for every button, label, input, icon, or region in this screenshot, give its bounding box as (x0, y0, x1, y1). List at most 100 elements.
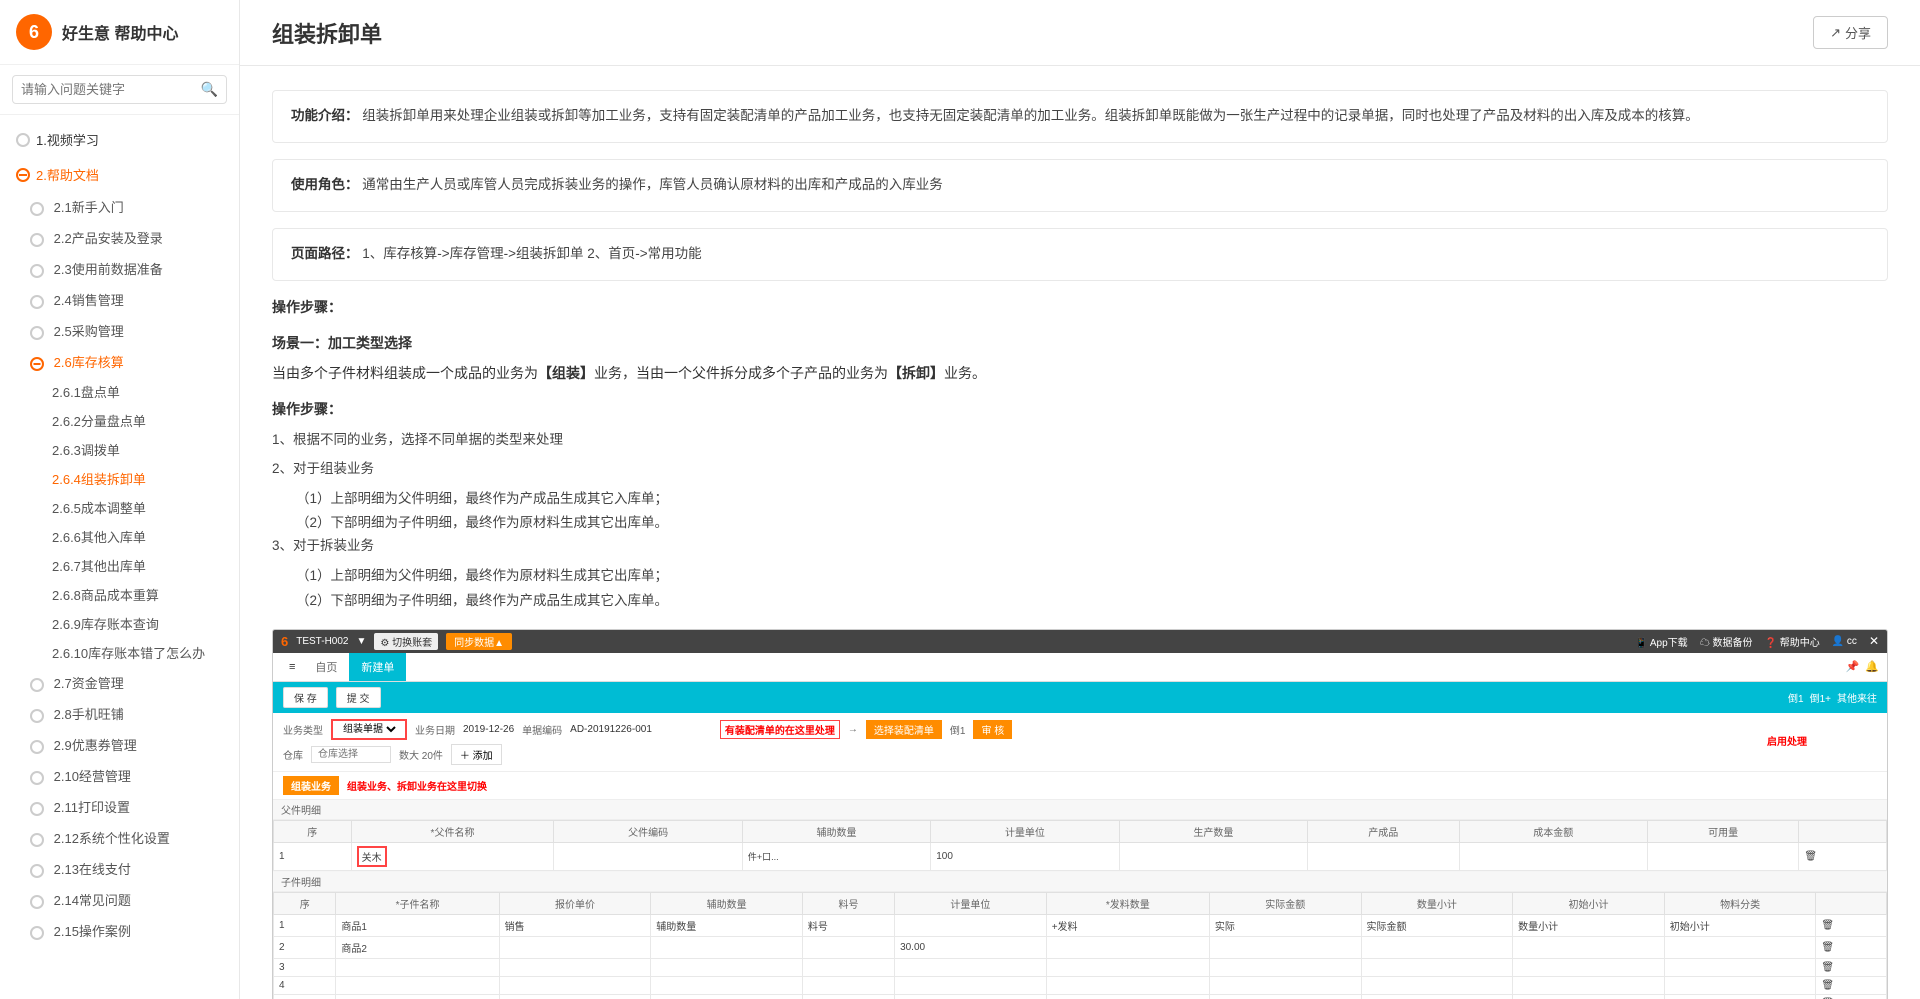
screenshot-annotation2: 启用处理 (1767, 733, 1807, 748)
screenshot-subheader-badge: 组装业务 (283, 776, 339, 795)
screenshot-lower-table: 序 *子件名称 报价单价 辅助数量 料号 计量单位 *发料数量 实际金额 数量小… (273, 892, 1887, 999)
screenshot-window-title: TEST-H002 (296, 636, 348, 647)
share-icon: ↗ (1830, 25, 1841, 41)
sidebar-item-assembly[interactable]: 2.6.4组装拆卸单 (44, 464, 239, 493)
step3: 3、对于拆装业务 (272, 535, 1888, 558)
sidebar-item-ledger[interactable]: 2.6.9库存账本查询 (44, 609, 239, 638)
screenshot-tab-new[interactable]: 新建单 (349, 653, 406, 681)
expand-dot-video (16, 133, 30, 147)
step2-sub2: （2）下部明细为子件明细，最终作为原材料生成其它出库单。 (272, 511, 1888, 535)
logo-area: 6 好生意 帮助中心 (0, 0, 239, 65)
scenario1-desc: 当由多个子件材料组装成一个成品的业务为【组装】业务，当由一个父件拆分成多个子产品… (272, 363, 1888, 383)
sidebar-item-otheroutbound[interactable]: 2.6.7其他出库单 (44, 551, 239, 580)
step2: 2、对于组装业务 (272, 458, 1888, 481)
step2-sub1: （1）上部明细为父件明细，最终作为产成品生成其它入库单； (272, 487, 1888, 511)
nav-section-docs: 2.帮助文档 2.1新手入门 2.2产品安装及登录 2.3使用前数据准备 2 (0, 158, 239, 946)
sidebar-item-docs[interactable]: 2.帮助文档 (0, 158, 239, 191)
page-title: 组装拆卸单 (272, 17, 382, 49)
screenshot-window-bar: 6 TEST-H002 ▼ ⚙ 切换账套 同步数据▲ 📱 App下载 ☁ 数据备… (273, 630, 1887, 653)
sidebar-item-transfer[interactable]: 2.6.3调拨单 (44, 435, 239, 464)
docs-sub-items: 2.1新手入门 2.2产品安装及登录 2.3使用前数据准备 2.4销售管理 2.… (0, 191, 239, 946)
role-label: 使用角色： (291, 177, 359, 192)
sidebar-item-cases[interactable]: 2.15操作案例 (30, 915, 239, 946)
screenshot-tabs: ≡ 自页 新建单 📌 🔔 (273, 653, 1887, 682)
sidebar-item-bizmanage[interactable]: 2.10经营管理 (30, 760, 239, 791)
sidebar-item-otherinbound[interactable]: 2.6.6其他入库单 (44, 522, 239, 551)
sidebar-item-stockcheck[interactable]: 2.6.1盘点单 (44, 377, 239, 406)
search-icon[interactable]: 🔍 (201, 81, 218, 98)
screenshot-date: 2019-12-26 (463, 724, 514, 735)
screenshot-select-bom-btn[interactable]: 选择装配清单 (866, 720, 942, 739)
path-text: 1、库存核算->库存管理->组装拆卸单 2、首页->常用功能 (362, 246, 701, 261)
sidebar-item-sales[interactable]: 2.4销售管理 (30, 284, 239, 315)
screenshot-close-btn: ✕ (1869, 634, 1879, 648)
share-label: 分享 (1845, 23, 1871, 42)
sidebar-item-purchase[interactable]: 2.5采购管理 (30, 315, 239, 346)
operation-steps-label: 操作步骤： (272, 297, 1888, 317)
sidebar-item-dataprep[interactable]: 2.3使用前数据准备 (30, 253, 239, 284)
screenshot-tab-home[interactable]: 自页 (303, 653, 349, 681)
screenshot-btn-submit[interactable]: 提 交 (336, 687, 381, 708)
sidebar-item-install[interactable]: 2.2产品安装及登录 (30, 222, 239, 253)
sidebar-item-print[interactable]: 2.11打印设置 (30, 791, 239, 822)
inventory-sub-items: 2.6.1盘点单 2.6.2分量盘点单 2.6.3调拨单 2.6.4组装拆卸单 … (30, 377, 239, 667)
app-name: 好生意 帮助中心 (62, 20, 178, 44)
screenshot-btn-save[interactable]: 保 存 (283, 687, 328, 708)
sidebar-item-newbie[interactable]: 2.1新手入门 (30, 191, 239, 222)
search-area: 🔍 (0, 65, 239, 115)
sidebar-item-docs-label: 2.帮助文档 (36, 165, 99, 184)
step1: 1、根据不同的业务，选择不同单据的类型来处理 (272, 429, 1888, 452)
screenshot-upper-table-section: 父件明细 序 *父件名称 父件编码 辅助数量 计量单位 生产数量 产成品 成本金… (273, 800, 1887, 871)
operation-steps-section: 操作步骤： 场景一：加工类型选择 当由多个子件材料组装成一个成品的业务为【组装】… (272, 297, 1888, 613)
screenshot-mock: 6 TEST-H002 ▼ ⚙ 切换账套 同步数据▲ 📱 App下载 ☁ 数据备… (272, 629, 1888, 999)
nav-section-video: 1.视频学习 (0, 123, 239, 156)
screenshot-ref: AD-20191226-001 (570, 724, 652, 735)
step3-sub1: （1）上部明细为父件明细，最终作为原材料生成其它出库单； (272, 564, 1888, 588)
expand-dot-docs (16, 168, 30, 182)
op-steps-label: 操作步骤： (272, 399, 1888, 419)
screenshot-toolbar: 保 存 提 交 倒1 倒1+ 其他来往 (273, 682, 1887, 713)
search-input[interactable] (21, 82, 201, 97)
screenshot-form-header: 业务类型 组装单据拆卸单据 业务日期 2019-12-26 单据编码 AD-20… (273, 713, 1887, 772)
function-intro-box: 功能介绍： 组装拆卸单用来处理企业组装或拆卸等加工业务，支持有固定装配清单的产品… (272, 90, 1888, 143)
main-header: 组装拆卸单 ↗ 分享 (240, 0, 1920, 66)
search-box: 🔍 (12, 75, 227, 104)
role-text: 通常由生产人员或库管人员完成拆装业务的操作，库管人员确认原材料的出库和产成品的入… (362, 177, 943, 192)
screenshot-annotation1: 有装配清单的在这里处理 (720, 720, 840, 739)
sidebar-item-mobile[interactable]: 2.8手机旺铺 (30, 698, 239, 729)
step3-sub2: （2）下部明细为子件明细，最终作为产成品生成其它入库单。 (272, 589, 1888, 613)
screenshot-add-row-btn[interactable]: ＋ 添加 (451, 744, 502, 765)
nav-list: 1.视频学习 2.帮助文档 2.1新手入门 2.2产品安装及登录 (0, 115, 239, 999)
path-box: 页面路径： 1、库存核算->库存管理->组装拆卸单 2、首页->常用功能 (272, 228, 1888, 281)
screenshot-annotation3: 组装业务、拆卸业务在这里切换 (347, 778, 487, 793)
sidebar-item-finance[interactable]: 2.7资金管理 (30, 667, 239, 698)
role-box: 使用角色： 通常由生产人员或库管人员完成拆装业务的操作，库管人员确认原材料的出库… (272, 159, 1888, 212)
share-button[interactable]: ↗ 分享 (1813, 16, 1888, 49)
sidebar-item-video-label: 1.视频学习 (36, 130, 99, 149)
content-area: 功能介绍： 组装拆卸单用来处理企业组装或拆卸等加工业务，支持有固定装配清单的产品… (240, 66, 1920, 999)
screenshot-lower-table-section: 子件明细 序 *子件名称 报价单价 辅助数量 料号 计量单位 *发料数量 实际金… (273, 872, 1887, 999)
sidebar-item-video[interactable]: 1.视频学习 (0, 123, 239, 156)
sidebar-item-customize[interactable]: 2.12系统个性化设置 (30, 822, 239, 853)
sidebar-item-inventory[interactable]: 2.6库存核算 (30, 346, 239, 377)
sidebar-item-ledger-fix[interactable]: 2.6.10库存账本错了怎么办 (44, 638, 239, 667)
screenshot-type-select[interactable]: 组装单据拆卸单据 (331, 719, 407, 740)
sidebar-item-costreset[interactable]: 2.6.8商品成本重算 (44, 580, 239, 609)
function-intro-text: 组装拆卸单用来处理企业组装或拆卸等加工业务，支持有固定装配清单的产品加工业务，也… (362, 108, 1699, 123)
app-logo-icon: 6 (16, 14, 52, 50)
screenshot-warehouse-input[interactable] (311, 746, 391, 763)
screenshot-upper-table: 序 *父件名称 父件编码 辅助数量 计量单位 生产数量 产成品 成本金额 可用量 (273, 820, 1887, 871)
path-label: 页面路径： (291, 246, 359, 261)
sidebar-item-coupon[interactable]: 2.9优惠券管理 (30, 729, 239, 760)
screenshot-upper-row1-name: 关木 (357, 846, 387, 867)
main-content: 组装拆卸单 ↗ 分享 功能介绍： 组装拆卸单用来处理企业组装或拆卸等加工业务，支… (240, 0, 1920, 999)
sidebar-item-onlinepay[interactable]: 2.13在线支付 (30, 853, 239, 884)
screenshot-subheader: 组装业务 组装业务、拆卸业务在这里切换 (273, 772, 1887, 800)
scenario1-label: 场景一：加工类型选择 (272, 333, 1888, 353)
function-intro-label: 功能介绍： (291, 108, 359, 123)
sidebar-item-costadjust[interactable]: 2.6.5成本调整单 (44, 493, 239, 522)
sidebar: 6 好生意 帮助中心 🔍 1.视频学习 2.帮助文档 (0, 0, 240, 999)
sidebar-item-faq[interactable]: 2.14常见问题 (30, 884, 239, 915)
sidebar-item-batchcheck[interactable]: 2.6.2分量盘点单 (44, 406, 239, 435)
screenshot-confirm-btn[interactable]: 审 核 (973, 720, 1012, 739)
